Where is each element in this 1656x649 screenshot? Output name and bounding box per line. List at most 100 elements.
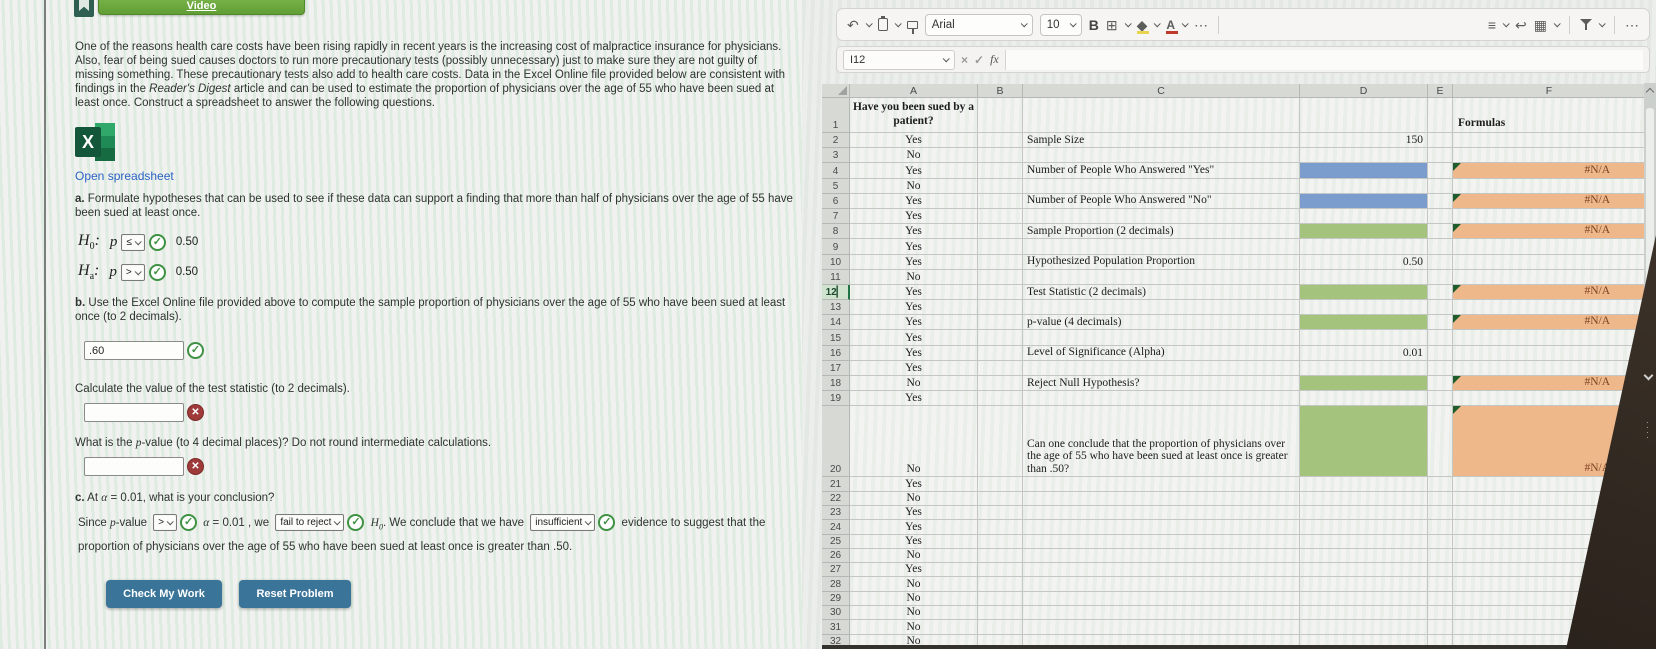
row-header-12[interactable]: 12▏ xyxy=(822,284,850,301)
cell-D11[interactable] xyxy=(1300,269,1428,285)
more-formatting-icon[interactable]: ⋯ xyxy=(1194,17,1208,33)
cell-D2[interactable]: 150 xyxy=(1300,133,1428,149)
cell-B29[interactable] xyxy=(978,591,1023,607)
row-header-24[interactable]: 24 xyxy=(822,520,850,535)
cell-B10[interactable] xyxy=(978,254,1023,270)
cell-E30[interactable] xyxy=(1428,606,1453,621)
cell-C26[interactable] xyxy=(1023,548,1300,564)
cell-E29[interactable] xyxy=(1428,591,1453,607)
cell-A3[interactable]: No xyxy=(850,148,978,164)
confirm-entry-icon[interactable]: ✓ xyxy=(974,53,984,67)
row-header-9[interactable]: 9 xyxy=(822,239,850,255)
column-header-B[interactable]: B xyxy=(978,84,1023,98)
row-header-17[interactable]: 17 xyxy=(822,360,850,376)
cell-E16[interactable] xyxy=(1428,345,1453,361)
row-header-11[interactable]: 11 xyxy=(822,269,850,285)
cell-A9[interactable]: Yes xyxy=(850,239,978,255)
cell-F20[interactable]: #N/A xyxy=(1453,406,1646,478)
excel-logo-icon[interactable]: X xyxy=(75,121,117,163)
cell-E24[interactable] xyxy=(1428,520,1453,535)
cell-F17[interactable] xyxy=(1453,360,1646,376)
cell-B23[interactable] xyxy=(978,505,1023,521)
cell-E8[interactable] xyxy=(1428,224,1453,240)
cell-C22[interactable] xyxy=(1023,491,1300,506)
cell-C19[interactable] xyxy=(1023,391,1300,407)
row-header-21[interactable]: 21 xyxy=(822,477,850,492)
chevron-down-icon[interactable] xyxy=(1553,20,1561,28)
format-painter-icon[interactable] xyxy=(906,20,918,34)
cell-C23[interactable] xyxy=(1023,505,1300,521)
cell-A31[interactable]: No xyxy=(850,620,978,635)
cell-A14[interactable]: Yes xyxy=(850,315,978,331)
column-header-C[interactable]: C xyxy=(1023,84,1300,98)
cell-B12[interactable] xyxy=(978,284,1023,301)
insert-function-icon[interactable]: fx xyxy=(990,52,999,67)
cell-A20[interactable]: No xyxy=(850,406,978,478)
cell-B8[interactable] xyxy=(978,224,1023,240)
cell-A16[interactable]: Yes xyxy=(850,345,978,361)
cell-A2[interactable]: Yes xyxy=(850,133,978,149)
cell-C8[interactable]: Sample Proportion (2 decimals) xyxy=(1023,224,1300,240)
vertical-scrollbar[interactable] xyxy=(1644,83,1656,649)
cell-E5[interactable] xyxy=(1428,178,1453,194)
cell-B6[interactable] xyxy=(978,193,1023,209)
chevron-down-icon[interactable] xyxy=(1502,20,1510,28)
cell-B5[interactable] xyxy=(978,178,1023,194)
cell-B1[interactable] xyxy=(978,98,1023,133)
row-header-18[interactable]: 18 xyxy=(822,376,850,392)
row-header-5[interactable]: 5 xyxy=(822,178,850,194)
cell-D4[interactable] xyxy=(1300,163,1428,179)
row-header-19[interactable]: 19 xyxy=(822,391,850,407)
cell-D26[interactable] xyxy=(1300,548,1428,564)
row-header-15[interactable]: 15 xyxy=(822,330,850,346)
cell-D31[interactable] xyxy=(1300,620,1428,635)
borders-icon[interactable]: ⊞ xyxy=(1106,17,1118,33)
align-icon[interactable]: ≡ xyxy=(1488,17,1496,33)
row-header-25[interactable]: 25 xyxy=(822,534,850,549)
cell-D17[interactable] xyxy=(1300,360,1428,376)
cell-E15[interactable] xyxy=(1428,330,1453,346)
cell-B25[interactable] xyxy=(978,534,1023,549)
name-box[interactable]: I12 xyxy=(843,49,955,70)
cell-D19[interactable] xyxy=(1300,391,1428,407)
font-name-select[interactable]: Arial xyxy=(924,13,1033,36)
cell-E13[interactable] xyxy=(1428,300,1453,316)
cell-A30[interactable]: No xyxy=(850,606,978,621)
paste-icon[interactable] xyxy=(877,16,888,31)
cell-B3[interactable] xyxy=(978,148,1023,164)
row-header-10[interactable]: 10 xyxy=(822,254,850,270)
cell-B26[interactable] xyxy=(978,548,1023,564)
cell-C18[interactable]: Reject Null Hypothesis? xyxy=(1023,376,1300,392)
cell-C16[interactable]: Level of Significance (Alpha) xyxy=(1023,345,1300,361)
test-statistic-input[interactable] xyxy=(84,403,184,422)
cell-A12[interactable]: Yes xyxy=(850,284,978,301)
row-header-14[interactable]: 14 xyxy=(822,315,850,331)
cell-C6[interactable]: Number of People Who Answered "No" xyxy=(1023,193,1300,209)
cell-E2[interactable] xyxy=(1428,133,1453,149)
row-header-30[interactable]: 30 xyxy=(822,606,850,621)
cell-A7[interactable]: Yes xyxy=(850,208,978,225)
cell-C30[interactable] xyxy=(1023,606,1300,621)
chevron-down-icon[interactable] xyxy=(894,20,902,28)
cell-E26[interactable] xyxy=(1428,548,1453,564)
cell-C24[interactable] xyxy=(1023,520,1300,535)
cell-A22[interactable]: No xyxy=(850,491,978,506)
cell-E21[interactable] xyxy=(1428,477,1453,492)
cell-A28[interactable]: No xyxy=(850,577,978,592)
cell-B4[interactable] xyxy=(978,163,1023,179)
cell-B28[interactable] xyxy=(978,577,1023,592)
cell-F29[interactable] xyxy=(1453,591,1646,607)
cell-C28[interactable] xyxy=(1023,577,1300,592)
cell-D29[interactable] xyxy=(1300,591,1428,607)
cell-D22[interactable] xyxy=(1300,491,1428,506)
merge-cells-icon[interactable]: ▦ xyxy=(1534,17,1547,33)
cell-A1[interactable]: Have you been sued by a patient? xyxy=(850,98,978,133)
cell-A23[interactable]: Yes xyxy=(850,505,978,521)
cell-A19[interactable]: Yes xyxy=(850,391,978,407)
cell-D8[interactable] xyxy=(1300,224,1428,240)
cell-B7[interactable] xyxy=(978,208,1023,225)
cell-C4[interactable]: Number of People Who Answered "Yes" xyxy=(1023,163,1300,179)
cell-F6[interactable]: #N/A xyxy=(1453,193,1646,209)
cell-C1[interactable] xyxy=(1023,98,1300,133)
cell-A17[interactable]: Yes xyxy=(850,360,978,376)
